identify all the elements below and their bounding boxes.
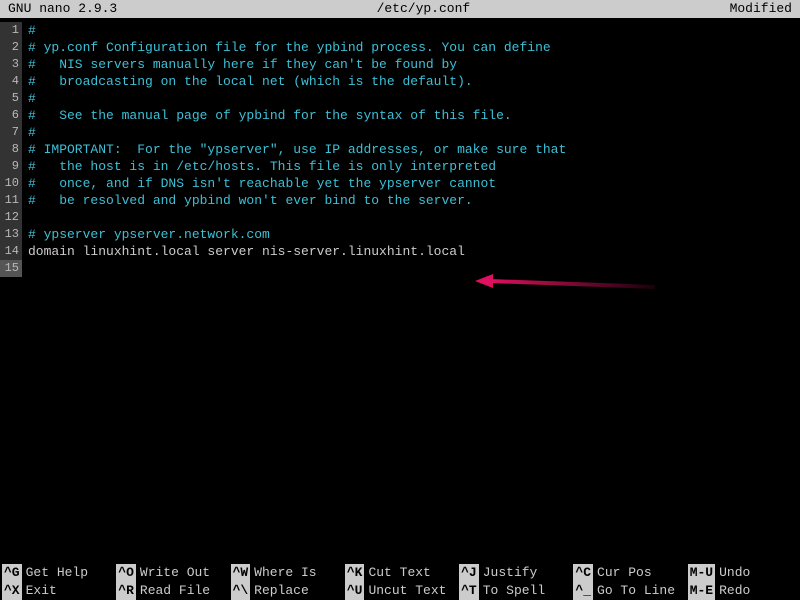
line-number: 13 <box>0 226 22 243</box>
shortcut-label: Uncut Text <box>368 582 446 600</box>
line-content: # be resolved and ypbind won't ever bind… <box>22 192 473 209</box>
shortcut-item[interactable]: M-ERedo <box>686 582 800 600</box>
editor-line[interactable]: 6# See the manual page of ypbind for the… <box>0 107 800 124</box>
shortcut-row-2: ^XExit^RRead File^\Replace^UUncut Text^T… <box>0 582 800 600</box>
shortcut-row-1: ^GGet Help^OWrite Out^WWhere Is^KCut Tex… <box>0 564 800 582</box>
shortcut-key: ^C <box>573 564 593 582</box>
modified-status: Modified <box>730 0 792 18</box>
line-content <box>22 209 28 226</box>
line-number: 2 <box>0 39 22 56</box>
shortcut-label: Read File <box>140 582 210 600</box>
line-number: 12 <box>0 209 22 226</box>
editor-line[interactable]: 9# the host is in /etc/hosts. This file … <box>0 158 800 175</box>
line-content: # the host is in /etc/hosts. This file i… <box>22 158 496 175</box>
shortcut-label: Cut Text <box>368 564 430 582</box>
editor-line[interactable]: 11# be resolved and ypbind won't ever bi… <box>0 192 800 209</box>
shortcut-item[interactable]: ^UUncut Text <box>343 582 457 600</box>
line-content <box>22 260 28 277</box>
shortcut-key: M-E <box>688 582 715 600</box>
line-content: # ypserver ypserver.network.com <box>22 226 270 243</box>
shortcut-label: Replace <box>254 582 309 600</box>
line-number: 8 <box>0 141 22 158</box>
line-content: # once, and if DNS isn't reachable yet t… <box>22 175 496 192</box>
shortcut-item[interactable]: ^WWhere Is <box>229 564 343 582</box>
editor-line[interactable]: 7# <box>0 124 800 141</box>
shortcut-label: Cur Pos <box>597 564 652 582</box>
line-number: 14 <box>0 243 22 260</box>
shortcut-item[interactable]: ^OWrite Out <box>114 564 228 582</box>
shortcut-key: ^T <box>459 582 479 600</box>
editor-line[interactable]: 10# once, and if DNS isn't reachable yet… <box>0 175 800 192</box>
line-number: 10 <box>0 175 22 192</box>
line-content: # <box>22 124 36 141</box>
editor-line[interactable]: 5# <box>0 90 800 107</box>
shortcut-label: Exit <box>26 582 57 600</box>
line-content: # IMPORTANT: For the "ypserver", use IP … <box>22 141 566 158</box>
shortcut-item[interactable]: ^\Replace <box>229 582 343 600</box>
line-number: 4 <box>0 73 22 90</box>
shortcut-label: Redo <box>719 582 750 600</box>
shortcut-key: ^W <box>231 564 251 582</box>
editor-line[interactable]: 12 <box>0 209 800 226</box>
line-number: 7 <box>0 124 22 141</box>
shortcut-item[interactable]: ^KCut Text <box>343 564 457 582</box>
shortcut-key: ^G <box>2 564 22 582</box>
editor-line[interactable]: 13# ypserver ypserver.network.com <box>0 226 800 243</box>
shortcut-key: ^R <box>116 582 136 600</box>
line-content: # broadcasting on the local net (which i… <box>22 73 473 90</box>
shortcut-key: ^U <box>345 582 365 600</box>
file-path: /etc/yp.conf <box>117 0 729 18</box>
shortcut-key: M-U <box>688 564 715 582</box>
shortcut-key: ^K <box>345 564 365 582</box>
line-number: 3 <box>0 56 22 73</box>
shortcut-item[interactable]: M-UUndo <box>686 564 800 582</box>
shortcut-label: Get Help <box>26 564 88 582</box>
editor-line[interactable]: 15 <box>0 260 800 277</box>
editor-line[interactable]: 2# yp.conf Configuration file for the yp… <box>0 39 800 56</box>
line-content: # <box>22 22 36 39</box>
shortcut-label: To Spell <box>483 582 545 600</box>
line-content: # See the manual page of ypbind for the … <box>22 107 512 124</box>
editor-line[interactable]: 4# broadcasting on the local net (which … <box>0 73 800 90</box>
shortcut-key: ^O <box>116 564 136 582</box>
line-number: 1 <box>0 22 22 39</box>
title-bar: GNU nano 2.9.3 /etc/yp.conf Modified <box>0 0 800 18</box>
line-content: # NIS servers manually here if they can'… <box>22 56 457 73</box>
shortcut-bar: ^GGet Help^OWrite Out^WWhere Is^KCut Tex… <box>0 564 800 600</box>
line-content: # yp.conf Configuration file for the ypb… <box>22 39 551 56</box>
shortcut-label: Write Out <box>140 564 210 582</box>
shortcut-item[interactable]: ^TTo Spell <box>457 582 571 600</box>
line-content: # <box>22 90 36 107</box>
app-name: GNU nano 2.9.3 <box>8 0 117 18</box>
line-content: domain linuxhint.local server nis-server… <box>22 243 465 260</box>
editor-line[interactable]: 1# <box>0 22 800 39</box>
line-number: 5 <box>0 90 22 107</box>
editor-line[interactable]: 8# IMPORTANT: For the "ypserver", use IP… <box>0 141 800 158</box>
editor-area[interactable]: 1#2# yp.conf Configuration file for the … <box>0 18 800 564</box>
shortcut-item[interactable]: ^GGet Help <box>0 564 114 582</box>
editor-line[interactable]: 3# NIS servers manually here if they can… <box>0 56 800 73</box>
shortcut-label: Undo <box>719 564 750 582</box>
shortcut-item[interactable]: ^JJustify <box>457 564 571 582</box>
shortcut-key: ^J <box>459 564 479 582</box>
line-number: 11 <box>0 192 22 209</box>
shortcut-key: ^_ <box>573 582 593 600</box>
editor-line[interactable]: 14domain linuxhint.local server nis-serv… <box>0 243 800 260</box>
line-number: 15 <box>0 260 22 277</box>
shortcut-key: ^X <box>2 582 22 600</box>
shortcut-item[interactable]: ^RRead File <box>114 582 228 600</box>
shortcut-item[interactable]: ^_Go To Line <box>571 582 685 600</box>
shortcut-label: Go To Line <box>597 582 675 600</box>
shortcut-label: Where Is <box>254 564 316 582</box>
shortcut-key: ^\ <box>231 582 251 600</box>
line-number: 9 <box>0 158 22 175</box>
shortcut-label: Justify <box>483 564 538 582</box>
line-number: 6 <box>0 107 22 124</box>
shortcut-item[interactable]: ^CCur Pos <box>571 564 685 582</box>
shortcut-item[interactable]: ^XExit <box>0 582 114 600</box>
